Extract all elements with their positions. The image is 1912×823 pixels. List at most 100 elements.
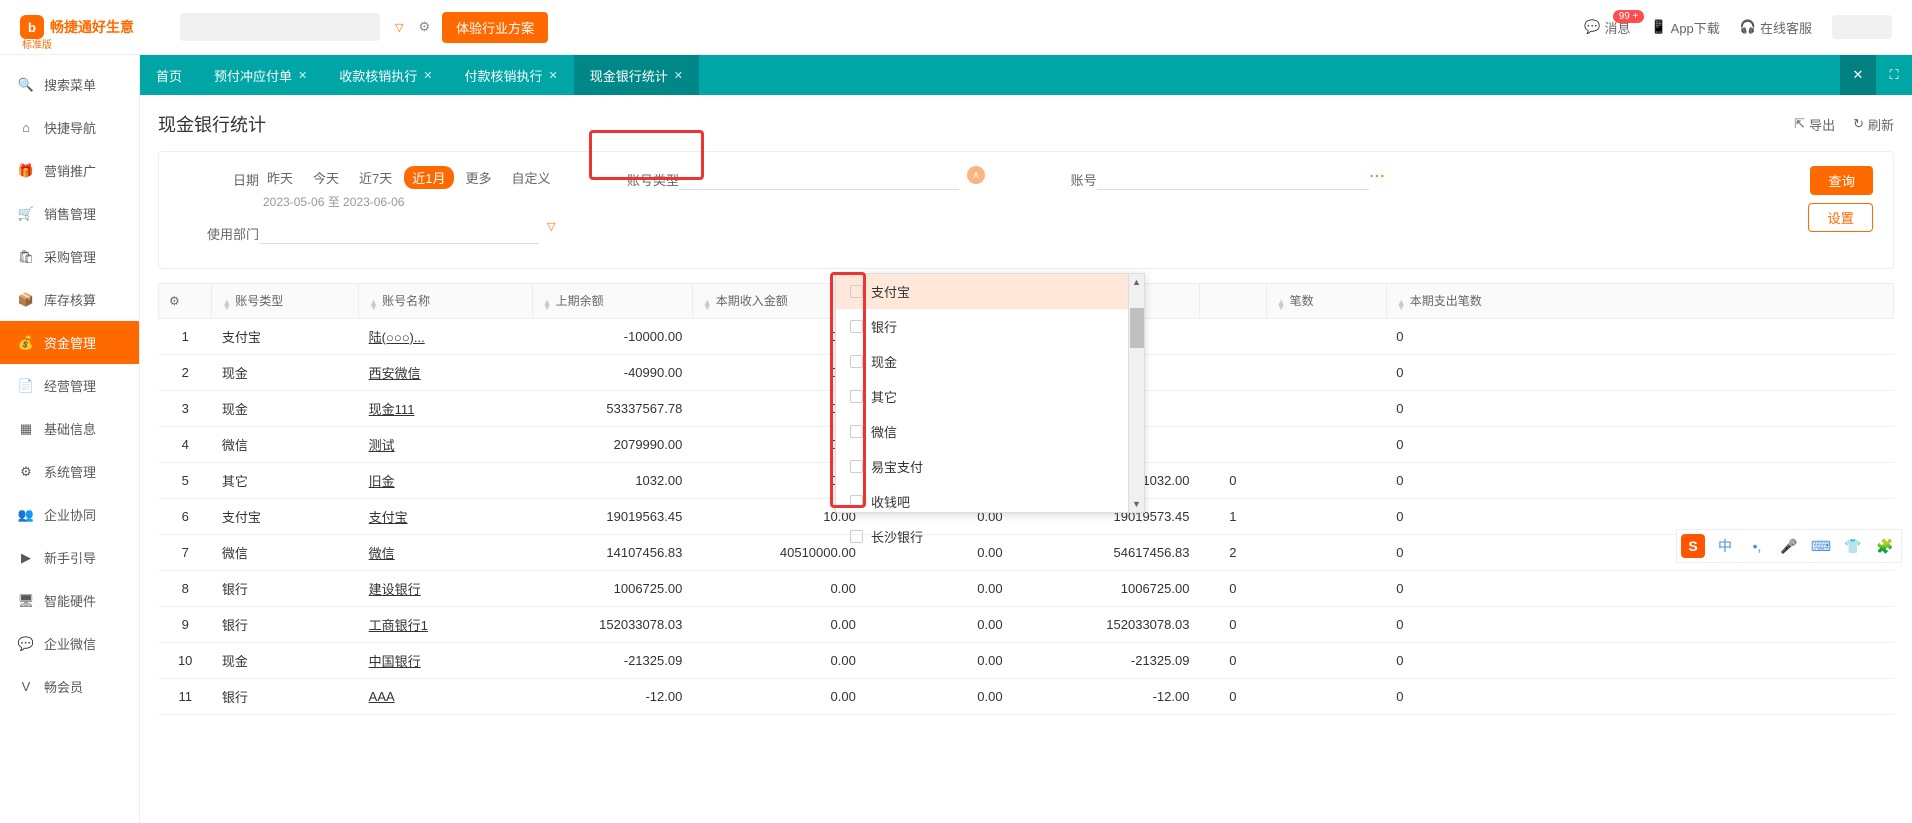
account-link[interactable]: 西安微信	[369, 366, 421, 381]
sidebar-item-cart[interactable]: 🛒销售管理	[0, 192, 139, 235]
close-icon[interactable]: ✕	[298, 69, 307, 82]
chevron-down-icon[interactable]: ▽	[547, 220, 555, 233]
checkbox[interactable]	[850, 530, 863, 543]
cell-7: 2	[1199, 535, 1266, 571]
dropdown-item[interactable]: 长沙银行	[836, 519, 1144, 554]
app-download-link[interactable]: 📱 App下载	[1650, 18, 1719, 37]
gear-icon[interactable]: ⚙	[418, 19, 430, 35]
checkbox[interactable]	[850, 495, 863, 508]
dropdown-item[interactable]: 现金	[836, 344, 1144, 379]
ime-keyboard-icon[interactable]: ⌨	[1809, 534, 1833, 558]
dropdown-item[interactable]: 微信	[836, 414, 1144, 449]
experience-button[interactable]: 体验行业方案	[442, 12, 548, 43]
date-option[interactable]: 自定义	[504, 166, 559, 189]
cell-name: 支付宝	[359, 499, 533, 535]
checkbox[interactable]	[850, 425, 863, 438]
account-link[interactable]: 现金111	[369, 402, 415, 417]
tab-expand[interactable]: ⛶	[1876, 55, 1912, 95]
column-header[interactable]: ▲▼笔数	[1266, 284, 1386, 319]
export-button[interactable]: ⇱导出	[1794, 115, 1835, 134]
tab[interactable]: 预付冲应付单✕	[198, 55, 323, 95]
tab[interactable]: 现金银行统计✕	[574, 55, 699, 95]
date-option[interactable]: 近7天	[351, 166, 400, 189]
ime-skin-icon[interactable]: 👕	[1841, 534, 1865, 558]
dropdown-item[interactable]: 收钱吧	[836, 484, 1144, 519]
account-link[interactable]: 建设银行	[369, 582, 421, 597]
account-link[interactable]: 旧金	[369, 474, 395, 489]
sidebar-item-vip[interactable]: V畅会员	[0, 665, 139, 708]
scroll-up-icon[interactable]: ▲	[1129, 274, 1144, 290]
sidebar-item-home[interactable]: ⌂快捷导航	[0, 106, 139, 149]
account-link[interactable]: 支付宝	[369, 510, 408, 525]
sidebar-item-gift[interactable]: 🎁营销推广	[0, 149, 139, 192]
ime-mic-icon[interactable]: 🎤	[1777, 534, 1801, 558]
sidebar-item-wx[interactable]: 💬企业微信	[0, 622, 139, 665]
dropdown-scrollbar[interactable]: ▲ ▼	[1128, 274, 1144, 512]
account-link[interactable]: AAA	[369, 689, 395, 704]
dropdown-item[interactable]: 银行	[836, 309, 1144, 344]
sidebar-item-hw[interactable]: 🖥智能硬件	[0, 579, 139, 622]
date-option[interactable]: 昨天	[259, 166, 301, 189]
dropdown-item[interactable]: 其它	[836, 379, 1144, 414]
date-option[interactable]: 更多	[458, 166, 500, 189]
tab[interactable]: 首页	[140, 55, 198, 95]
more-icon[interactable]: ⋯	[1369, 166, 1387, 186]
dept-input[interactable]	[259, 220, 539, 244]
sidebar-item-box[interactable]: 📦库存核算	[0, 278, 139, 321]
sidebar-item-bag[interactable]: 🛍采购管理	[0, 235, 139, 278]
cell-type: 银行	[212, 571, 359, 607]
ime-lang[interactable]: 中	[1713, 534, 1737, 558]
sidebar-item-guide[interactable]: ▶新手引导	[0, 536, 139, 579]
tab[interactable]: 收款核销执行✕	[323, 55, 448, 95]
account-input[interactable]	[1097, 166, 1369, 190]
dropdown-item[interactable]: 支付宝	[836, 274, 1144, 309]
close-icon[interactable]: ✕	[674, 69, 683, 82]
close-icon[interactable]: ✕	[423, 69, 432, 82]
messages-link[interactable]: 💬 消息 99 +	[1584, 18, 1630, 37]
account-link[interactable]: 测试	[369, 438, 395, 453]
sidebar-item-grid[interactable]: ▦基础信息	[0, 407, 139, 450]
checkbox[interactable]	[850, 355, 863, 368]
sidebar-item-money[interactable]: 💰资金管理	[0, 321, 139, 364]
support-link[interactable]: 🎧 在线客服	[1740, 18, 1812, 37]
column-header[interactable]: ▲▼上期余额	[532, 284, 692, 319]
tab[interactable]: 付款核销执行✕	[448, 55, 573, 95]
ime-toolbox-icon[interactable]: 🧩	[1873, 534, 1897, 558]
column-header[interactable]: ▲▼账号名称	[359, 284, 533, 319]
account-link[interactable]: 工商银行1	[369, 618, 428, 633]
date-option[interactable]: 今天	[305, 166, 347, 189]
collapse-icon[interactable]: ∧	[967, 166, 985, 184]
sidebar-item-team[interactable]: 👥企业协同	[0, 493, 139, 536]
settings-button[interactable]: 设置	[1808, 203, 1873, 232]
ime-punct-icon[interactable]: •,	[1745, 534, 1769, 558]
checkbox[interactable]	[850, 460, 863, 473]
chevron-down-icon[interactable]: ▽	[395, 21, 403, 34]
row-index: 2	[159, 355, 212, 391]
sidebar-item-search[interactable]: 🔍搜索菜单	[0, 63, 139, 106]
checkbox[interactable]	[850, 390, 863, 403]
account-link[interactable]: 陆(○○○)...	[369, 330, 425, 345]
checkbox[interactable]	[850, 285, 863, 298]
column-header[interactable]	[1199, 284, 1266, 319]
account-link[interactable]: 中国银行	[369, 654, 421, 669]
top-right-nav: 💬 消息 99 + 📱 App下载 🎧 在线客服	[1584, 15, 1892, 39]
account-link[interactable]: 微信	[369, 546, 395, 561]
scroll-down-icon[interactable]: ▼	[1129, 496, 1144, 512]
close-icon[interactable]: ✕	[549, 69, 558, 82]
sidebar-item-sys[interactable]: ⚙系统管理	[0, 450, 139, 493]
column-header[interactable]: ▲▼本期支出笔数	[1386, 284, 1893, 319]
dropdown-item[interactable]: 易宝支付	[836, 449, 1144, 484]
sidebar-item-doc[interactable]: 📄经营管理	[0, 364, 139, 407]
scroll-thumb[interactable]	[1130, 308, 1144, 348]
user-avatar[interactable]	[1832, 15, 1892, 39]
date-option[interactable]: 近1月	[404, 166, 453, 189]
ime-logo-icon[interactable]: S	[1681, 534, 1705, 558]
gear-column[interactable]: ⚙	[159, 284, 212, 319]
query-button[interactable]: 查询	[1810, 166, 1873, 195]
tab-close-all[interactable]: ✕	[1840, 55, 1876, 95]
org-selector[interactable]	[180, 13, 380, 41]
refresh-button[interactable]: ↻刷新	[1853, 115, 1894, 134]
account-type-input[interactable]	[679, 166, 959, 190]
checkbox[interactable]	[850, 320, 863, 333]
column-header[interactable]: ▲▼账号类型	[212, 284, 359, 319]
